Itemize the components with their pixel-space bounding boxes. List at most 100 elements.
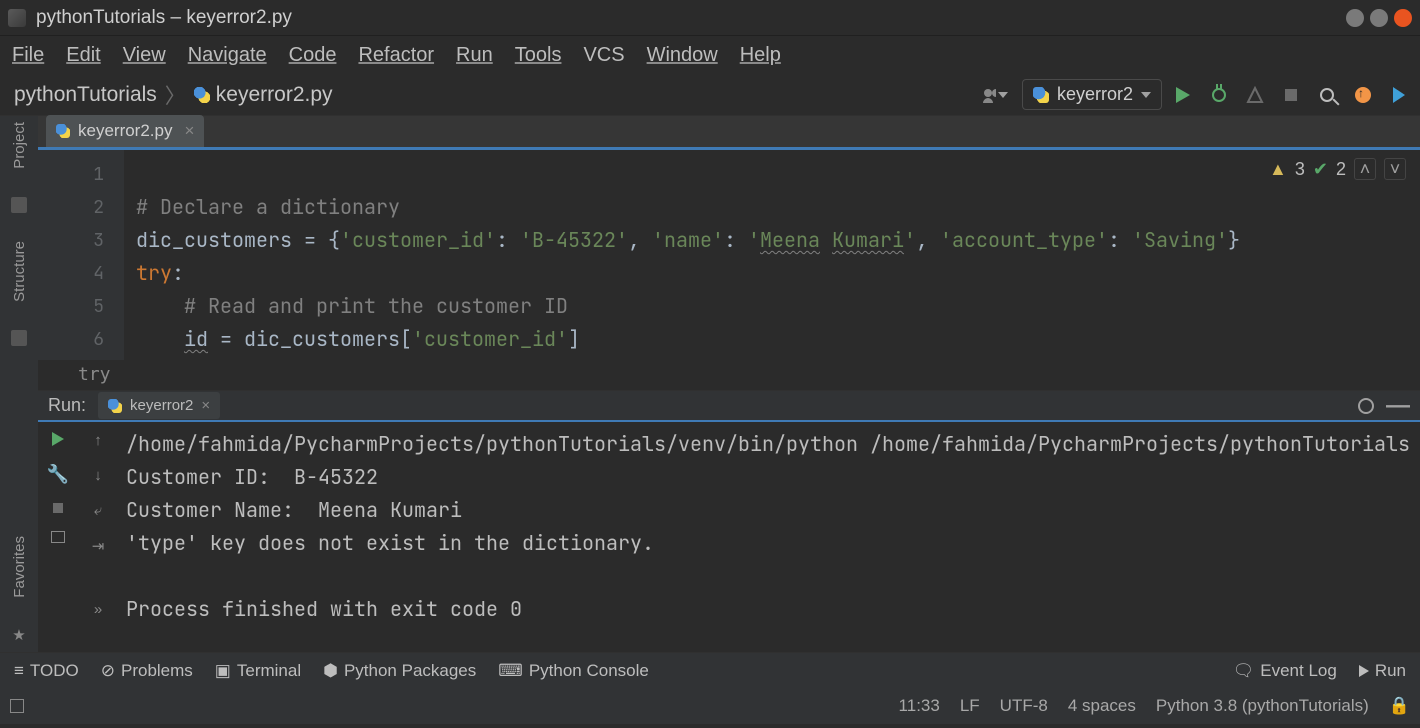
run-body: 🔧 ↑ ↓ ⤶ ⇥ » /home/fahmida/PycharmProject… [38,422,1420,626]
code-editor[interactable]: 1 2 3 4 5 6 # Declare a dictionary dic_c… [38,150,1420,360]
rerun-button[interactable] [52,432,64,446]
menu-run[interactable]: Run [456,44,493,67]
editor-breadcrumb: try [38,360,1420,390]
menu-file[interactable]: File [12,44,44,67]
output-line: Customer Name: Meena Kumari [126,497,462,523]
caret-position[interactable]: 11:33 [899,696,940,716]
line-number: 4 [38,257,104,290]
stop-icon [1285,89,1297,101]
menu-help[interactable]: Help [740,44,781,67]
menu-window[interactable]: Window [647,44,718,67]
output-line: 'type' key does not exist in the diction… [126,530,654,556]
menu-view[interactable]: View [123,44,166,67]
lock-icon[interactable]: 🔒 [1389,696,1410,716]
tool-event-log[interactable]: 🗨Event Log [1233,661,1337,681]
menu-refactor[interactable]: Refactor [358,44,434,67]
structure-icon[interactable] [11,330,27,346]
menu-vcs[interactable]: VCS [583,44,624,67]
toolbar-actions [1172,84,1410,106]
hide-tool-window-button[interactable]: — [1386,392,1410,420]
run-configuration-dropdown[interactable]: keyerror2 [1022,79,1162,110]
indent-settings[interactable]: 4 spaces [1068,696,1136,716]
inspections-widget[interactable]: ▲3 ✔2 ˄ ˅ [1269,158,1406,180]
tool-tab-project[interactable]: Project [11,122,28,169]
menu-tools[interactable]: Tools [515,44,562,67]
edit-config-button[interactable]: 🔧 [47,464,69,485]
run-button[interactable] [1172,84,1194,106]
editor-tab-keyerror2[interactable]: keyerror2.py × [46,115,204,147]
softwrap-button[interactable]: ⤶ [94,502,102,519]
bug-icon [1212,88,1226,102]
run-tab[interactable]: keyerror2 × [98,392,220,419]
window-controls [1346,9,1412,27]
stop-button[interactable] [1280,84,1302,106]
star-icon[interactable]: ★ [12,626,25,644]
search-everywhere-button[interactable] [1316,84,1338,106]
python-icon [1033,87,1049,103]
coverage-button[interactable] [1244,84,1266,106]
breadcrumb-file[interactable]: keyerror2.py [216,83,333,107]
main-area: Project Structure Favorites ★ keyerror2.… [0,116,1420,652]
code-line-6: print("Customer ID: ", id) [136,359,496,360]
title-bar: pythonTutorials – keyerror2.py [0,0,1420,36]
window-title: pythonTutorials – keyerror2.py [36,7,292,29]
tool-python-console[interactable]: ⌨Python Console [498,661,649,681]
tool-problems[interactable]: ⊘Problems [101,661,193,681]
close-run-tab-icon[interactable]: × [201,397,210,414]
run-tab-label: keyerror2 [130,397,193,414]
debug-button[interactable] [1208,84,1230,106]
tool-tab-structure[interactable]: Structure [11,241,28,302]
menu-code[interactable]: Code [289,44,337,67]
menu-edit[interactable]: Edit [66,44,100,67]
search-icon [1320,88,1334,102]
editor-tab-label: keyerror2.py [78,121,172,141]
run-config-name: keyerror2 [1057,84,1133,105]
tool-todo[interactable]: ≡TODO [14,661,79,681]
ide-updates-button[interactable] [1388,84,1410,106]
more-button[interactable]: » [94,601,102,618]
breadcrumb: pythonTutorials 〉 keyerror2.py [14,80,333,110]
tool-run[interactable]: Run [1359,661,1406,681]
left-tool-tabs: Project Structure Favorites ★ [0,116,38,652]
minimize-button[interactable] [1346,9,1364,27]
settings-icon[interactable] [1358,398,1374,414]
next-highlight-button[interactable]: ˅ [1384,158,1406,180]
up-button[interactable]: ↑ [94,432,102,449]
line-number: 6 [38,323,104,356]
menu-navigate[interactable]: Navigate [188,44,267,67]
chevron-down-icon [998,92,1008,98]
line-separator[interactable]: LF [960,696,980,716]
close-button[interactable] [1394,9,1412,27]
tool-terminal[interactable]: ▣Terminal [215,661,301,681]
breadcrumb-project[interactable]: pythonTutorials [14,83,157,107]
tool-windows-button[interactable] [10,699,24,713]
code-content[interactable]: # Declare a dictionary dic_customers = {… [124,150,1420,360]
close-tab-icon[interactable]: × [184,121,194,141]
check-icon: ✔ [1313,159,1328,180]
play-icon [1359,665,1369,677]
prev-highlight-button[interactable]: ˄ [1354,158,1376,180]
update-button[interactable] [1352,84,1374,106]
down-button[interactable]: ↓ [94,467,102,484]
folder-icon[interactable] [11,197,27,213]
gutter: 1 2 3 4 5 6 [38,150,124,360]
output-line: Customer ID: B-45322 [126,464,378,490]
python-icon [108,399,122,413]
output-line: Process finished with exit code 0 [126,596,522,622]
python-interpreter[interactable]: Python 3.8 (pythonTutorials) [1156,696,1369,716]
stop-run-button[interactable] [53,503,63,513]
editor-breadcrumb-item[interactable]: try [78,364,111,385]
code-line-1: # Declare a dictionary [136,194,400,220]
python-file-icon [194,87,210,103]
maximize-button[interactable] [1370,9,1388,27]
code-with-me-icon[interactable] [980,85,1008,105]
scroll-button[interactable]: ⇥ [92,537,105,555]
warning-icon: ▲ [1269,159,1287,180]
tool-tab-favorites[interactable]: Favorites [11,536,28,598]
tool-python-packages[interactable]: ⬢Python Packages [323,661,476,681]
run-output[interactable]: /home/fahmida/PycharmProjects/pythonTuto… [118,422,1420,626]
run-title: Run: [48,395,86,416]
layout-button[interactable] [51,531,65,543]
play-blue-icon [1393,87,1405,103]
file-encoding[interactable]: UTF-8 [1000,696,1048,716]
